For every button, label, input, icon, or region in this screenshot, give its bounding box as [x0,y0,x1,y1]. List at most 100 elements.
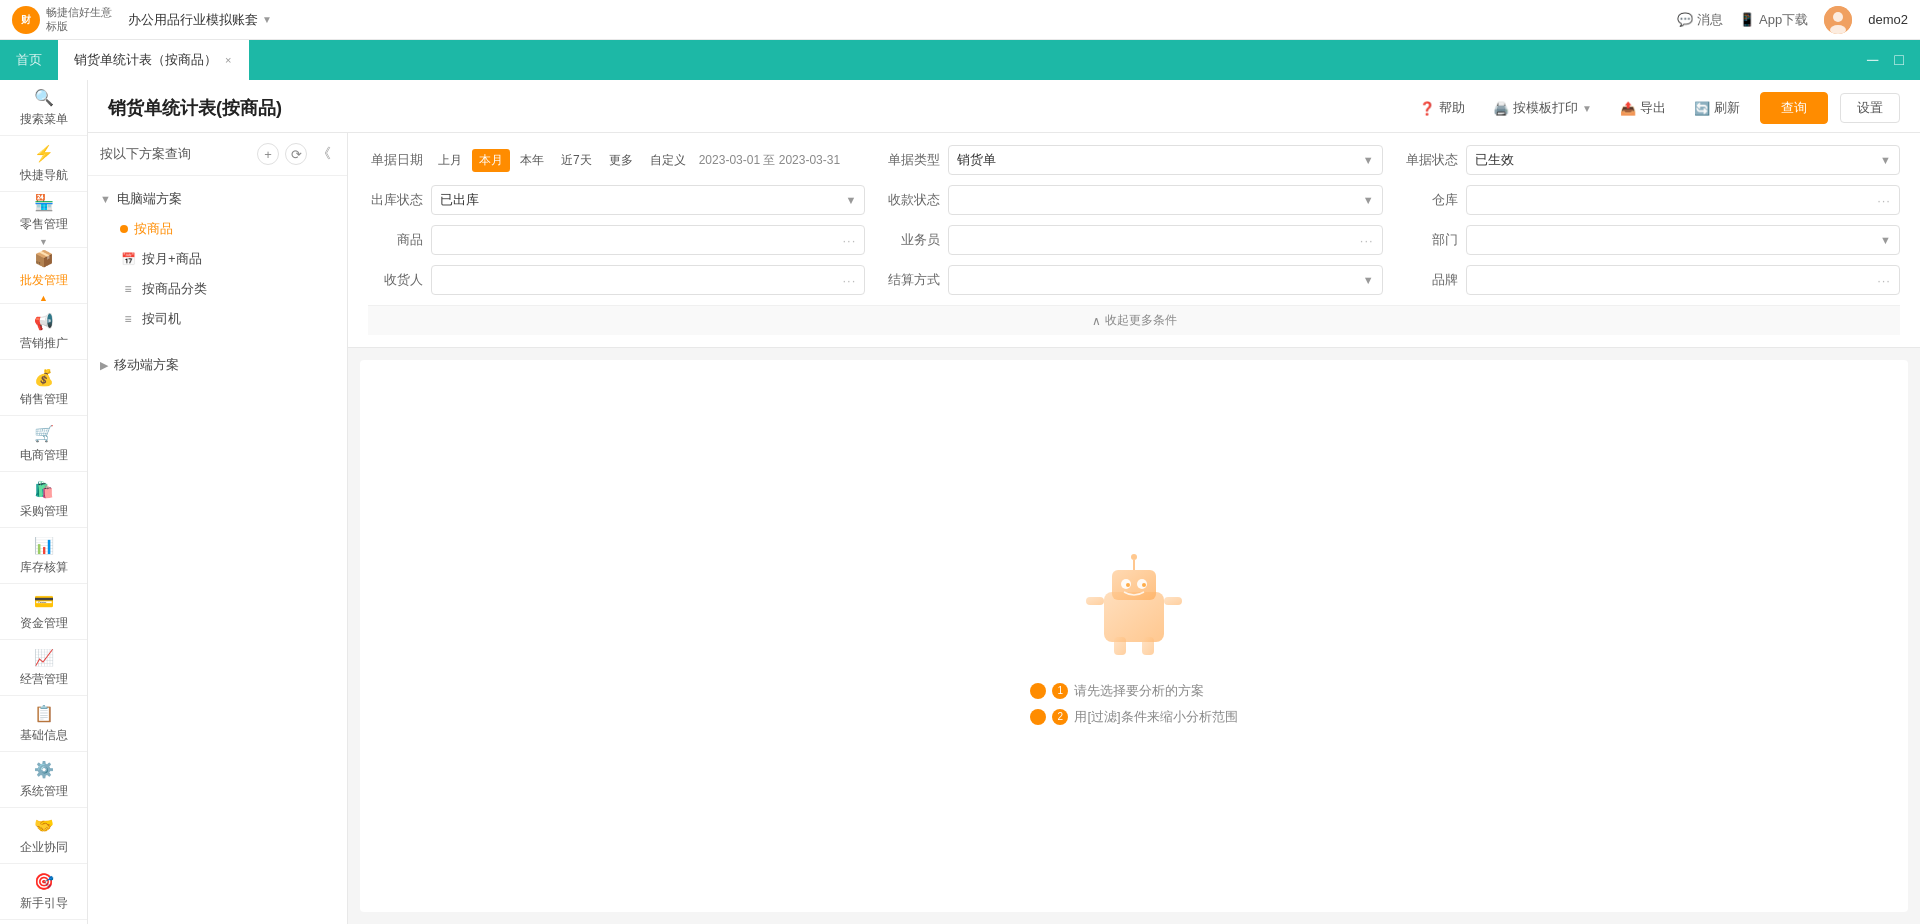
sidebar-item-retail[interactable]: 🏪 零售管理 ▼ [0,192,87,248]
date-tab-custom[interactable]: 自定义 [643,149,693,172]
sidebar-item-finance[interactable]: 💳 资金管理 [0,584,87,640]
avatar[interactable] [1824,6,1852,34]
export-icon: 📤 [1620,101,1636,116]
scheme-group-computer: ▼ 电脑端方案 按商品 📅 按月+商品 ≡ 按商品分类 [88,176,347,342]
filter-payment-status-field: 收款状态 ▼ [885,185,1382,215]
sidebar-item-sales[interactable]: 💰 销售管理 [0,360,87,416]
doc-type-input[interactable]: 销货单 ▼ [948,145,1382,175]
help-button[interactable]: ❓ 帮助 [1411,95,1473,121]
svg-point-7 [1126,583,1130,587]
doc-status-input[interactable]: 已生效 ▼ [1466,145,1900,175]
sidebar-item-wholesale[interactable]: 📦 批发管理 ▲ [0,248,87,304]
scheme-icon-cashier: ≡ [120,311,136,327]
refresh-scheme-button[interactable]: ⟳ [285,143,307,165]
stock-status-label: 出库状态 [368,191,423,209]
inventory-icon: 📊 [34,536,54,555]
search-icon: 🔍 [34,88,54,107]
user-avatar-img [1824,6,1852,34]
newbie-icon: 🎯 [34,872,54,891]
warehouse-input[interactable]: ··· [1466,185,1900,215]
message-icon: 💬 [1677,12,1693,27]
sidebar-item-system[interactable]: ⚙️ 系统管理 [0,752,87,808]
empty-hint-list: 1 请先选择要分析的方案 2 用[过滤]条件来缩小分析范围 [1030,678,1237,730]
collapse-toggle[interactable]: ∧ 收起更多条件 [368,305,1900,335]
sidebar-item-search[interactable]: 🔍 搜索菜单 [0,80,87,136]
filters-section: 单据日期 上月 本月 本年 [348,133,1920,348]
sidebar-item-purchase[interactable]: 🛍️ 采购管理 [0,472,87,528]
sidebar-item-apps[interactable]: 📱 应用中心 [0,920,87,924]
scheme-group-mobile: ▶ 移动端方案 [88,342,347,388]
collapse-sidebar-button[interactable]: 《 [313,143,335,165]
page-header-actions: ❓ 帮助 🖨️ 按模板打印 ▼ 📤 导出 🔄 刷新 查询 [1411,92,1900,124]
settlement-input[interactable]: ▼ [948,265,1382,295]
doc-type-label: 单据类型 [885,151,940,169]
date-tab-this-month[interactable]: 本月 [472,149,510,172]
logo-icon: 财 [12,6,40,34]
scheme-item-by-month-product[interactable]: 📅 按月+商品 [88,244,347,274]
refresh-button[interactable]: 🔄 刷新 [1686,95,1748,121]
print-chevron-icon: ▼ [1582,103,1592,114]
sidebar-item-quicknav[interactable]: ⚡ 快捷导航 [0,136,87,192]
sidebar-item-marketing[interactable]: 📢 营销推广 [0,304,87,360]
date-tab-this-year[interactable]: 本年 [513,149,551,172]
sidebar-item-enterprise[interactable]: 🤝 企业协同 [0,808,87,864]
scheme-icon-category: ≡ [120,281,136,297]
workspace-selector[interactable]: 办公用品行业模拟账套 ▼ [120,7,280,33]
stock-status-input[interactable]: 已出库 ▼ [431,185,865,215]
sidebar-item-ecommerce[interactable]: 🛒 电商管理 [0,416,87,472]
empty-state: 1 请先选择要分析的方案 2 用[过滤]条件来缩小分析范围 [360,360,1908,912]
app-download-button[interactable]: 📱 App下载 [1739,11,1808,29]
brand-input[interactable]: ··· [1466,265,1900,295]
empty-hint-2: 2 用[过滤]条件来缩小分析范围 [1030,704,1237,730]
doc-status-chevron-icon: ▼ [1880,154,1891,166]
nav-icon: ⚡ [34,144,54,163]
main-layout: 🔍 搜索菜单 ⚡ 快捷导航 🏪 零售管理 ▼ 📦 批发管理 ▲ 📢 营销推广 💰… [0,80,1920,924]
download-icon: 📱 [1739,12,1755,27]
tab-home[interactable]: 首页 [0,40,58,80]
salesperson-label: 业务员 [885,231,940,249]
scheme-category-mobile[interactable]: ▶ 移动端方案 [88,350,347,380]
query-button[interactable]: 查询 [1760,92,1828,124]
sidebar-item-basic[interactable]: 📋 基础信息 [0,696,87,752]
recipient-more-icon: ··· [842,273,856,288]
svg-point-10 [1131,554,1137,560]
date-tab-last-month[interactable]: 上月 [431,149,469,172]
brand-more-icon: ··· [1877,273,1891,288]
scheme-item-by-category[interactable]: ≡ 按商品分类 [88,274,347,304]
salesperson-input[interactable]: ··· [948,225,1382,255]
collapse-icon: ∧ [1092,314,1101,328]
sidebar-item-operations[interactable]: 📈 经营管理 [0,640,87,696]
tab-close-icon[interactable]: × [223,52,233,68]
print-button[interactable]: 🖨️ 按模板打印 ▼ [1485,95,1600,121]
sidebar-item-inventory[interactable]: 📊 库存核算 [0,528,87,584]
export-button[interactable]: 📤 导出 [1612,95,1674,121]
scheme-item-by-cashier[interactable]: ≡ 按司机 [88,304,347,334]
filter-salesperson-field: 业务员 ··· [885,225,1382,255]
settings-button[interactable]: 设置 [1840,93,1900,123]
scheme-category-computer[interactable]: ▼ 电脑端方案 [88,184,347,214]
payment-status-input[interactable]: ▼ [948,185,1382,215]
date-tab-more[interactable]: 更多 [602,149,640,172]
empty-state-illustration [1074,542,1194,662]
salesperson-more-icon: ··· [1360,233,1374,248]
product-input[interactable]: ··· [431,225,865,255]
filter-sidebar-header-actions: + ⟳ 《 [257,143,335,165]
messages-button[interactable]: 💬 消息 [1677,11,1723,29]
system-icon: ⚙️ [34,760,54,779]
date-tab-last7[interactable]: 近7天 [554,149,599,172]
recipient-input[interactable]: ··· [431,265,865,295]
sidebar-item-newbie[interactable]: 🎯 新手引导 [0,864,87,920]
svg-rect-13 [1114,637,1126,655]
main-body: 按以下方案查询 + ⟳ 《 ▼ [88,133,1920,924]
page-title: 销货单统计表(按商品) [108,96,282,120]
payment-chevron-icon: ▼ [1363,194,1374,206]
department-input[interactable]: ▼ [1466,225,1900,255]
tab-maximize-btn[interactable]: □ [1890,47,1908,73]
finance-icon: 💳 [34,592,54,611]
enterprise-icon: 🤝 [34,816,54,835]
tab-minimize-btn[interactable]: ─ [1863,47,1882,73]
add-scheme-button[interactable]: + [257,143,279,165]
sales-icon: 💰 [34,368,54,387]
tab-current[interactable]: 销货单统计表（按商品） × [58,40,249,80]
scheme-item-by-product[interactable]: 按商品 [88,214,347,244]
